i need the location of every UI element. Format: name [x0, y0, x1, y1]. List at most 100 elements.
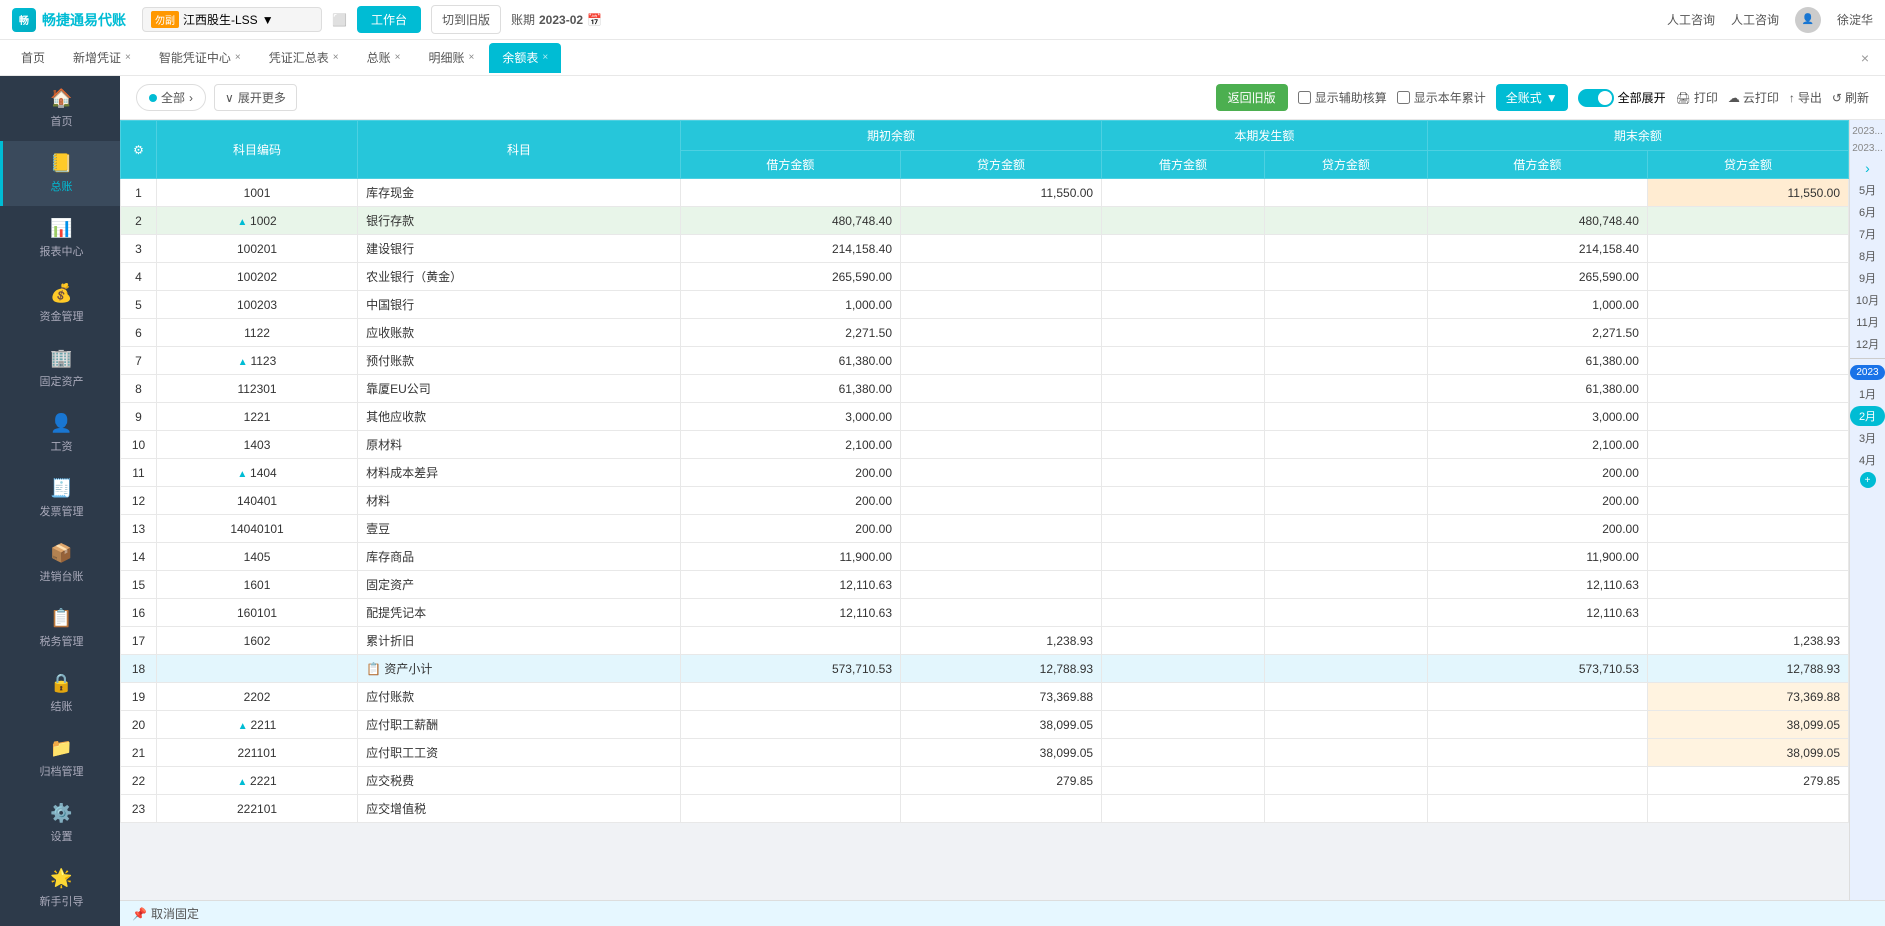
table-row-name[interactable]: 银行存款: [358, 207, 681, 235]
table-wrap[interactable]: ⚙ 科目编码 科目 期初余额 本期发生额 期末余额 借方金额 贷方金额 借方金额…: [120, 120, 1849, 900]
right-month-5[interactable]: 5月: [1850, 180, 1885, 200]
right-month-8[interactable]: 8月: [1850, 246, 1885, 266]
right-month-11[interactable]: 11月: [1850, 312, 1885, 332]
table-row-no: 22: [121, 767, 157, 795]
table-row-name[interactable]: 其他应收款: [358, 403, 681, 431]
tab-ledger[interactable]: 总账 ×: [354, 43, 414, 73]
right-month-6[interactable]: 6月: [1850, 202, 1885, 222]
sidebar-item-report[interactable]: 📊 报表中心: [0, 206, 120, 271]
sidebar-item-close[interactable]: 🔒 结账: [0, 661, 120, 726]
table-row-name[interactable]: 应交税费: [358, 767, 681, 795]
table-row-name[interactable]: 库存商品: [358, 543, 681, 571]
sidebar-item-home[interactable]: 🏠 首页: [0, 76, 120, 141]
workbench-button[interactable]: 工作台: [357, 6, 421, 33]
tab-balance[interactable]: 余额表 ×: [489, 43, 561, 73]
table-row-name[interactable]: 靠厦EU公司: [358, 375, 681, 403]
sidebar-item-capital[interactable]: 💰 资金管理: [0, 271, 120, 336]
tab-bar-close-button[interactable]: ×: [1853, 46, 1877, 70]
toggle-switch[interactable]: [1578, 89, 1614, 107]
unpin-button[interactable]: 📌 取消固定: [132, 905, 199, 922]
table-cell-0: 11,900.00: [680, 543, 900, 571]
table-row-name[interactable]: 建设银行: [358, 235, 681, 263]
close-add-voucher-icon[interactable]: ×: [125, 52, 131, 63]
close-voucher-summary-icon[interactable]: ×: [333, 52, 339, 63]
sidebar-item-tax[interactable]: 📋 税务管理: [0, 596, 120, 661]
tab-smart-voucher[interactable]: 智能凭证中心 ×: [146, 43, 254, 73]
return-old-version-button[interactable]: 返回旧版: [1216, 84, 1288, 111]
avatar[interactable]: 👤: [1795, 7, 1821, 33]
right-month-4[interactable]: 4月: [1850, 450, 1885, 470]
sidebar-item-ledger[interactable]: 📒 总账: [0, 141, 120, 206]
show-aux-check[interactable]: 显示辅助核算: [1298, 89, 1387, 106]
close-smart-voucher-icon[interactable]: ×: [235, 52, 241, 63]
close-detail-icon[interactable]: ×: [468, 52, 474, 63]
right-month-12[interactable]: 12月: [1850, 334, 1885, 354]
table-row-name[interactable]: 中国银行: [358, 291, 681, 319]
sidebar-item-archive[interactable]: 📁 归档管理: [0, 726, 120, 791]
table-row-name[interactable]: 应付职工薪酬: [358, 711, 681, 739]
expand-more-button[interactable]: ∨ 展开更多: [214, 84, 297, 111]
table-cell-3: [1264, 739, 1427, 767]
copy-icon[interactable]: ⬜: [332, 13, 347, 27]
table-cell-3: [1264, 207, 1427, 235]
right-expand-icon[interactable]: ›: [1850, 158, 1885, 178]
table-row-name[interactable]: 原材料: [358, 431, 681, 459]
expand-all-toggle[interactable]: 全部展开: [1578, 89, 1666, 107]
filter-all-button[interactable]: 全部 ›: [136, 84, 206, 111]
sidebar-item-fixed[interactable]: 🏢 固定资产: [0, 336, 120, 401]
switch-version-button[interactable]: 切到旧版: [431, 5, 501, 34]
close-balance-icon[interactable]: ×: [542, 52, 548, 63]
table-row-name[interactable]: 配提凭记本: [358, 599, 681, 627]
table-row-name[interactable]: 应付账款: [358, 683, 681, 711]
col-settings-header[interactable]: ⚙: [121, 121, 157, 179]
right-month-7[interactable]: 7月: [1850, 224, 1885, 244]
table-row-name[interactable]: 材料成本差异: [358, 459, 681, 487]
table-cell-0: 12,110.63: [680, 599, 900, 627]
right-current-year[interactable]: 2023: [1850, 365, 1885, 380]
tab-home[interactable]: 首页: [8, 43, 58, 73]
show-ytd-check[interactable]: 显示本年累计: [1397, 89, 1486, 106]
export-button[interactable]: ↑ 导出: [1789, 89, 1822, 106]
cloud-print-button[interactable]: ☁ 云打印: [1728, 89, 1779, 106]
tab-detail[interactable]: 明细账 ×: [415, 43, 487, 73]
print-button[interactable]: 🖨 打印: [1676, 89, 1718, 106]
table-row-name[interactable]: 累计折旧: [358, 627, 681, 655]
right-expand-circle[interactable]: +: [1860, 472, 1876, 488]
show-ytd-checkbox[interactable]: [1397, 91, 1410, 104]
close-ledger-icon[interactable]: ×: [395, 52, 401, 63]
table-cell-1: [901, 375, 1102, 403]
right-month-3[interactable]: 3月: [1850, 428, 1885, 448]
service-text[interactable]: 人工咨询: [1731, 11, 1779, 28]
right-month-2-active[interactable]: 2月: [1850, 406, 1885, 426]
service-label[interactable]: 人工咨询: [1667, 11, 1715, 28]
sidebar-item-invoice[interactable]: 🧾 发票管理: [0, 466, 120, 531]
company-selector[interactable]: 勿副 江西股生-LSS ▼: [142, 7, 322, 32]
table-row-name[interactable]: 材料: [358, 487, 681, 515]
format-button[interactable]: 全账式 ▼: [1496, 84, 1568, 111]
table-row-name[interactable]: 📋 资产小计: [358, 655, 681, 683]
table-row-name[interactable]: 固定资产: [358, 571, 681, 599]
sidebar-item-guide[interactable]: 🌟 新手引导: [0, 856, 120, 921]
right-month-1[interactable]: 1月: [1850, 384, 1885, 404]
sidebar-item-settings[interactable]: ⚙️ 设置: [0, 791, 120, 856]
refresh-button[interactable]: ↺ 刷新: [1832, 89, 1869, 106]
table-row-name[interactable]: 农业银行（黄金）: [358, 263, 681, 291]
sidebar-item-salary[interactable]: 👤 工资: [0, 401, 120, 466]
sidebar-item-member[interactable]: 💎 畅会员: [0, 921, 120, 926]
tab-add-voucher[interactable]: 新增凭证 ×: [60, 43, 144, 73]
filter-all-label: 全部: [161, 89, 185, 106]
table-row-no: 7: [121, 347, 157, 375]
table-row-name[interactable]: 应交增值税: [358, 795, 681, 823]
right-month-9[interactable]: 9月: [1850, 268, 1885, 288]
calendar-icon[interactable]: 📅: [587, 13, 602, 27]
table-row-name[interactable]: 预付账款: [358, 347, 681, 375]
tab-voucher-summary[interactable]: 凭证汇总表 ×: [256, 43, 352, 73]
table-row-name[interactable]: 应收账款: [358, 319, 681, 347]
table-row-name[interactable]: 壹豆: [358, 515, 681, 543]
table-cell-3: [1264, 571, 1427, 599]
table-row-name[interactable]: 库存现金: [358, 179, 681, 207]
table-row-name[interactable]: 应付职工工资: [358, 739, 681, 767]
sidebar-item-purchase[interactable]: 📦 进销台账: [0, 531, 120, 596]
right-month-10[interactable]: 10月: [1850, 290, 1885, 310]
show-aux-checkbox[interactable]: [1298, 91, 1311, 104]
